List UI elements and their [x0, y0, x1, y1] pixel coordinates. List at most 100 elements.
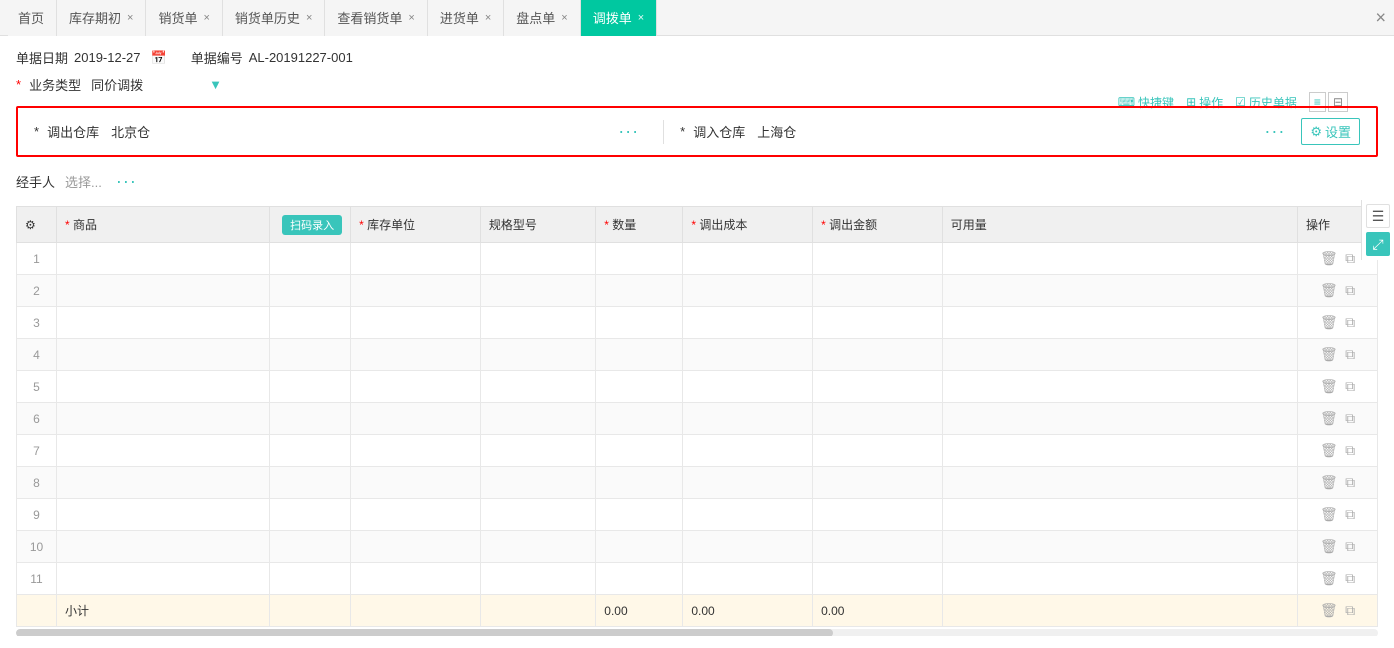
calendar-icon[interactable]: 📅	[151, 50, 167, 66]
delete-icon-2[interactable]: 🗑	[1320, 282, 1338, 298]
copy-icon-3[interactable]: ⧉	[1345, 314, 1355, 330]
amount-cell-11[interactable]	[813, 563, 943, 595]
delete-icon-11[interactable]: 🗑	[1320, 570, 1338, 586]
amount-cell-10[interactable]	[813, 531, 943, 563]
amount-cell-4[interactable]	[813, 339, 943, 371]
delete-icon-4[interactable]: 🗑	[1320, 346, 1338, 362]
qty-cell-4[interactable]	[596, 339, 683, 371]
product-cell-3[interactable]	[57, 307, 270, 339]
amount-cell-2[interactable]	[813, 275, 943, 307]
person-value[interactable]: 选择...	[65, 172, 102, 191]
right-list-icon[interactable]: ☰	[1366, 204, 1390, 228]
unit-cell-5[interactable]	[351, 371, 481, 403]
qty-cell-5[interactable]	[596, 371, 683, 403]
spec-cell-2[interactable]	[480, 275, 595, 307]
copy-icon-2[interactable]: ⧉	[1345, 282, 1355, 298]
qty-cell-9[interactable]	[596, 499, 683, 531]
wh-out-more-btn[interactable]: ···	[610, 121, 647, 142]
copy-icon-5[interactable]: ⧉	[1345, 378, 1355, 394]
business-type-dropdown-icon[interactable]: ▼	[209, 77, 222, 92]
product-cell-9[interactable]	[57, 499, 270, 531]
business-type-value[interactable]: 同价调拨	[91, 75, 143, 94]
qty-cell-11[interactable]	[596, 563, 683, 595]
cost-cell-2[interactable]	[683, 275, 813, 307]
tab-home[interactable]: 首页	[8, 0, 57, 36]
delete-icon-9[interactable]: 🗑	[1320, 506, 1338, 522]
unit-cell-11[interactable]	[351, 563, 481, 595]
tab-sales-history[interactable]: 销货单历史 ×	[223, 0, 325, 36]
qty-cell-7[interactable]	[596, 435, 683, 467]
cost-cell-10[interactable]	[683, 531, 813, 563]
copy-icon-11[interactable]: ⧉	[1345, 570, 1355, 586]
qty-cell-6[interactable]	[596, 403, 683, 435]
unit-cell-7[interactable]	[351, 435, 481, 467]
amount-cell-3[interactable]	[813, 307, 943, 339]
amount-cell-9[interactable]	[813, 499, 943, 531]
tab-inventory-init-close[interactable]: ×	[127, 12, 133, 24]
subtotal-copy-icon[interactable]: ⧉	[1345, 602, 1355, 618]
cost-cell-3[interactable]	[683, 307, 813, 339]
horizontal-scrollbar[interactable]	[16, 629, 1378, 636]
tab-sales-history-close[interactable]: ×	[306, 12, 312, 24]
amount-cell-5[interactable]	[813, 371, 943, 403]
copy-icon-7[interactable]: ⧉	[1345, 442, 1355, 458]
tab-sales-order[interactable]: 销货单 ×	[146, 0, 222, 36]
delete-icon-8[interactable]: 🗑	[1320, 474, 1338, 490]
qty-cell-8[interactable]	[596, 467, 683, 499]
cost-cell-4[interactable]	[683, 339, 813, 371]
tab-transfer[interactable]: 调拨单 ×	[581, 0, 657, 36]
unit-cell-4[interactable]	[351, 339, 481, 371]
spec-cell-7[interactable]	[480, 435, 595, 467]
spec-cell-1[interactable]	[480, 243, 595, 275]
cost-cell-9[interactable]	[683, 499, 813, 531]
product-cell-11[interactable]	[57, 563, 270, 595]
qty-cell-2[interactable]	[596, 275, 683, 307]
spec-cell-3[interactable]	[480, 307, 595, 339]
unit-cell-3[interactable]	[351, 307, 481, 339]
spec-cell-5[interactable]	[480, 371, 595, 403]
delete-icon-6[interactable]: 🗑	[1320, 410, 1338, 426]
cost-cell-8[interactable]	[683, 467, 813, 499]
product-cell-4[interactable]	[57, 339, 270, 371]
tab-purchase[interactable]: 进货单 ×	[428, 0, 504, 36]
copy-icon-8[interactable]: ⧉	[1345, 474, 1355, 490]
subtotal-delete-icon[interactable]: 🗑	[1320, 602, 1338, 618]
settings-button[interactable]: ⚙ 设置	[1301, 118, 1360, 145]
tab-check-sales-close[interactable]: ×	[408, 12, 414, 24]
tab-stocktake-close[interactable]: ×	[561, 12, 567, 24]
tab-transfer-close[interactable]: ×	[638, 12, 644, 24]
copy-icon-9[interactable]: ⧉	[1345, 506, 1355, 522]
amount-cell-7[interactable]	[813, 435, 943, 467]
date-value[interactable]: 2019-12-27	[74, 50, 141, 65]
cost-cell-11[interactable]	[683, 563, 813, 595]
product-cell-7[interactable]	[57, 435, 270, 467]
wh-out-value[interactable]: 北京仓	[111, 122, 150, 141]
copy-icon-6[interactable]: ⧉	[1345, 410, 1355, 426]
tab-stocktake[interactable]: 盘点单 ×	[504, 0, 580, 36]
scan-button[interactable]: 扫码录入	[282, 215, 342, 235]
amount-cell-8[interactable]	[813, 467, 943, 499]
unit-cell-2[interactable]	[351, 275, 481, 307]
cost-cell-6[interactable]	[683, 403, 813, 435]
delete-icon-1[interactable]: 🗑	[1320, 250, 1338, 266]
tab-check-sales[interactable]: 查看销货单 ×	[325, 0, 427, 36]
spec-cell-9[interactable]	[480, 499, 595, 531]
product-cell-8[interactable]	[57, 467, 270, 499]
window-close-icon[interactable]: ×	[1375, 7, 1386, 28]
wh-in-value[interactable]: 上海仓	[757, 122, 796, 141]
unit-cell-6[interactable]	[351, 403, 481, 435]
cost-cell-5[interactable]	[683, 371, 813, 403]
copy-icon-4[interactable]: ⧉	[1345, 346, 1355, 362]
unit-cell-9[interactable]	[351, 499, 481, 531]
product-cell-10[interactable]	[57, 531, 270, 563]
cost-cell-7[interactable]	[683, 435, 813, 467]
tab-inventory-init[interactable]: 库存期初 ×	[57, 0, 146, 36]
unit-cell-1[interactable]	[351, 243, 481, 275]
spec-cell-8[interactable]	[480, 467, 595, 499]
tab-purchase-close[interactable]: ×	[485, 12, 491, 24]
unit-cell-10[interactable]	[351, 531, 481, 563]
delete-icon-3[interactable]: 🗑	[1320, 314, 1338, 330]
product-cell-1[interactable]	[57, 243, 270, 275]
person-more-btn[interactable]: ···	[116, 171, 137, 192]
unit-cell-8[interactable]	[351, 467, 481, 499]
